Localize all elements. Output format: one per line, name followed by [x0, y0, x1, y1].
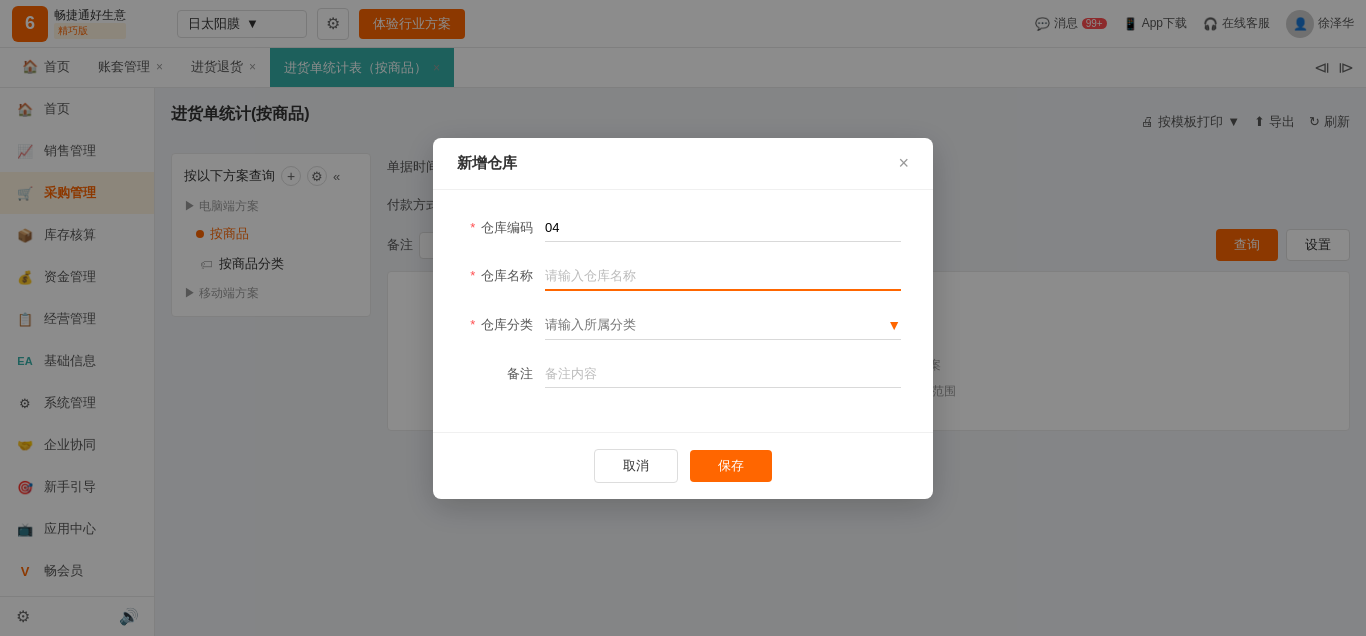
remark-label-modal: 备注 [465, 365, 545, 383]
category-dropdown-icon: ▼ [887, 317, 901, 333]
form-row-name: * 仓库名称 [465, 262, 901, 291]
save-button[interactable]: 保存 [690, 450, 772, 482]
modal-overlay: 新增仓库 × * 仓库编码 * 仓库名称 [0, 0, 1366, 636]
cancel-button[interactable]: 取消 [594, 449, 678, 483]
form-row-remark: 备注 [465, 360, 901, 388]
modal-footer: 取消 保存 [433, 432, 933, 499]
warehouse-remark-input[interactable] [545, 360, 901, 388]
warehouse-name-input[interactable] [545, 262, 901, 291]
category-select-row[interactable]: ▼ [545, 311, 901, 340]
warehouse-code-input[interactable] [545, 214, 901, 242]
code-label: * 仓库编码 [465, 219, 545, 237]
form-row-category: * 仓库分类 ▼ [465, 311, 901, 340]
name-label: * 仓库名称 [465, 267, 545, 285]
modal-header: 新增仓库 × [433, 138, 933, 190]
category-select-input[interactable] [545, 317, 887, 332]
modal-close-button[interactable]: × [898, 154, 909, 172]
category-label-modal: * 仓库分类 [465, 316, 545, 334]
modal-title: 新增仓库 [457, 154, 517, 173]
add-warehouse-modal: 新增仓库 × * 仓库编码 * 仓库名称 [433, 138, 933, 499]
form-row-code: * 仓库编码 [465, 214, 901, 242]
modal-body: * 仓库编码 * 仓库名称 * 仓库分类 [433, 190, 933, 432]
